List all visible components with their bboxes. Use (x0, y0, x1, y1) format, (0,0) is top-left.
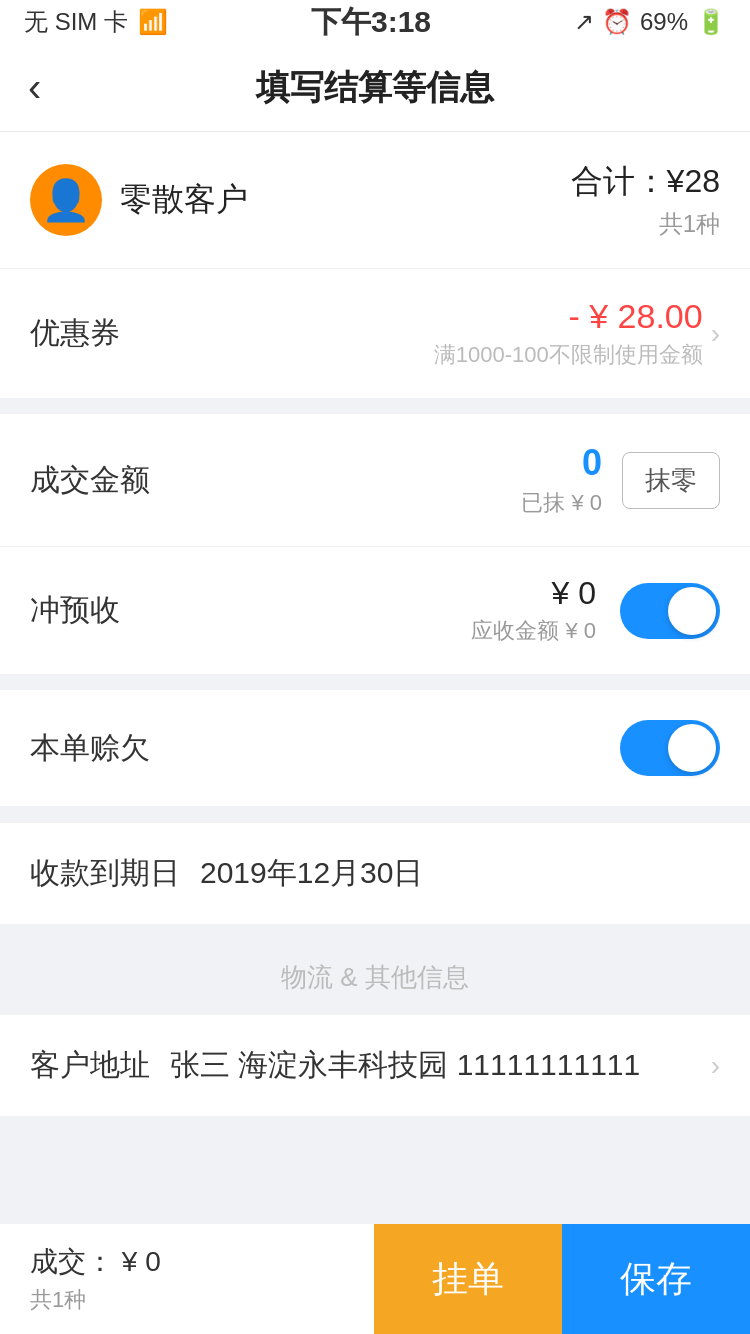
deal-amount-value[interactable]: 0 (521, 442, 602, 484)
debit-label: 本单赊欠 (30, 728, 150, 769)
customer-section: 👤 零散客户 合计：¥28 共1种 优惠券 - ¥ 28.00 满1000-10… (0, 132, 750, 398)
alarm-icon: ⏰ (602, 8, 632, 36)
coupon-value-group: - ¥ 28.00 满1000-100不限制使用金额 (434, 297, 703, 370)
logistics-label: 物流 & 其他信息 (281, 962, 469, 992)
bottom-deal-label: 成交： (30, 1246, 114, 1277)
bottom-count: 共1种 (30, 1285, 344, 1315)
bottom-deal: 成交： ¥ 0 (30, 1243, 344, 1281)
prepay-amount: ¥ 0 (471, 575, 596, 612)
duedate-row[interactable]: 收款到期日 2019年12月30日 (0, 822, 750, 924)
prepay-right: ¥ 0 应收金额 ¥ 0 (471, 575, 720, 646)
status-time: 下午3:18 (311, 2, 431, 43)
customer-right: 合计：¥28 共1种 (571, 160, 720, 240)
coupon-amount: - ¥ 28.00 (434, 297, 703, 336)
status-left: 无 SIM 卡 📶 (24, 6, 168, 38)
customer-left: 👤 零散客户 (30, 164, 248, 236)
total-count: 共1种 (571, 208, 720, 240)
deal-right: 0 已抹 ¥ 0 抹零 (521, 442, 720, 518)
save-label: 保存 (620, 1255, 692, 1304)
debit-toggle-circle (668, 724, 716, 772)
hang-button[interactable]: 挂单 (374, 1224, 562, 1334)
logistics-section: 物流 & 其他信息 (0, 940, 750, 1015)
prepay-label: 冲预收 (30, 590, 120, 631)
hang-label: 挂单 (432, 1255, 504, 1304)
debit-toggle[interactable] (620, 720, 720, 776)
address-label: 客户地址 (30, 1045, 150, 1086)
address-chevron-right-icon: › (711, 1050, 720, 1082)
location-icon: ↗ (574, 8, 594, 36)
deal-row: 成交金额 0 已抹 ¥ 0 抹零 (0, 414, 750, 546)
debit-section: 本单赊欠 (0, 690, 750, 806)
coupon-right: - ¥ 28.00 满1000-100不限制使用金额 › (434, 297, 720, 370)
address-value: 张三 海淀永丰科技园 11111111111 (170, 1045, 711, 1086)
coupon-row[interactable]: 优惠券 - ¥ 28.00 满1000-100不限制使用金额 › (0, 268, 750, 398)
battery-label: 69% (640, 8, 688, 36)
toggle-circle (668, 587, 716, 635)
bottom-bar: 成交： ¥ 0 共1种 挂单 保存 (0, 1224, 750, 1334)
avatar: 👤 (30, 164, 102, 236)
deal-section: 成交金额 0 已抹 ¥ 0 抹零 冲预收 ¥ 0 应收金额 ¥ 0 (0, 414, 750, 674)
bottom-deal-amount: ¥ 0 (122, 1246, 161, 1277)
bottom-summary: 成交： ¥ 0 共1种 (0, 1243, 374, 1315)
chevron-right-icon: › (711, 318, 720, 350)
prepay-amount-col: ¥ 0 应收金额 ¥ 0 (471, 575, 596, 646)
coupon-label: 优惠券 (30, 313, 120, 354)
deal-label: 成交金额 (30, 460, 150, 501)
deal-amount-col: 0 已抹 ¥ 0 (521, 442, 602, 518)
duedate-value: 2019年12月30日 (200, 853, 423, 894)
status-right: ↗ ⏰ 69% 🔋 (574, 8, 726, 36)
wifi-icon: 📶 (138, 8, 168, 36)
nav-bar: ‹ 填写结算等信息 (0, 44, 750, 132)
round-zero-button[interactable]: 抹零 (622, 452, 720, 509)
prepay-toggle[interactable] (620, 583, 720, 639)
page-title: 填写结算等信息 (256, 65, 494, 111)
prepay-receivable: 应收金额 ¥ 0 (471, 616, 596, 646)
status-bar: 无 SIM 卡 📶 下午3:18 ↗ ⏰ 69% 🔋 (0, 0, 750, 44)
duedate-label: 收款到期日 (30, 853, 180, 894)
address-section[interactable]: 客户地址 张三 海淀永丰科技园 11111111111 › (0, 1015, 750, 1116)
total-amount: 合计：¥28 (571, 160, 720, 204)
customer-row: 👤 零散客户 合计：¥28 共1种 (0, 132, 750, 268)
prepay-row: 冲预收 ¥ 0 应收金额 ¥ 0 (0, 546, 750, 674)
back-button[interactable]: ‹ (28, 65, 41, 110)
coupon-desc: 满1000-100不限制使用金额 (434, 340, 703, 370)
no-sim-label: 无 SIM 卡 (24, 6, 128, 38)
customer-name: 零散客户 (120, 178, 248, 222)
save-button[interactable]: 保存 (562, 1224, 750, 1334)
person-icon: 👤 (41, 177, 91, 224)
deal-already: 已抹 ¥ 0 (521, 488, 602, 518)
divider (0, 924, 750, 940)
battery-icon: 🔋 (696, 8, 726, 36)
